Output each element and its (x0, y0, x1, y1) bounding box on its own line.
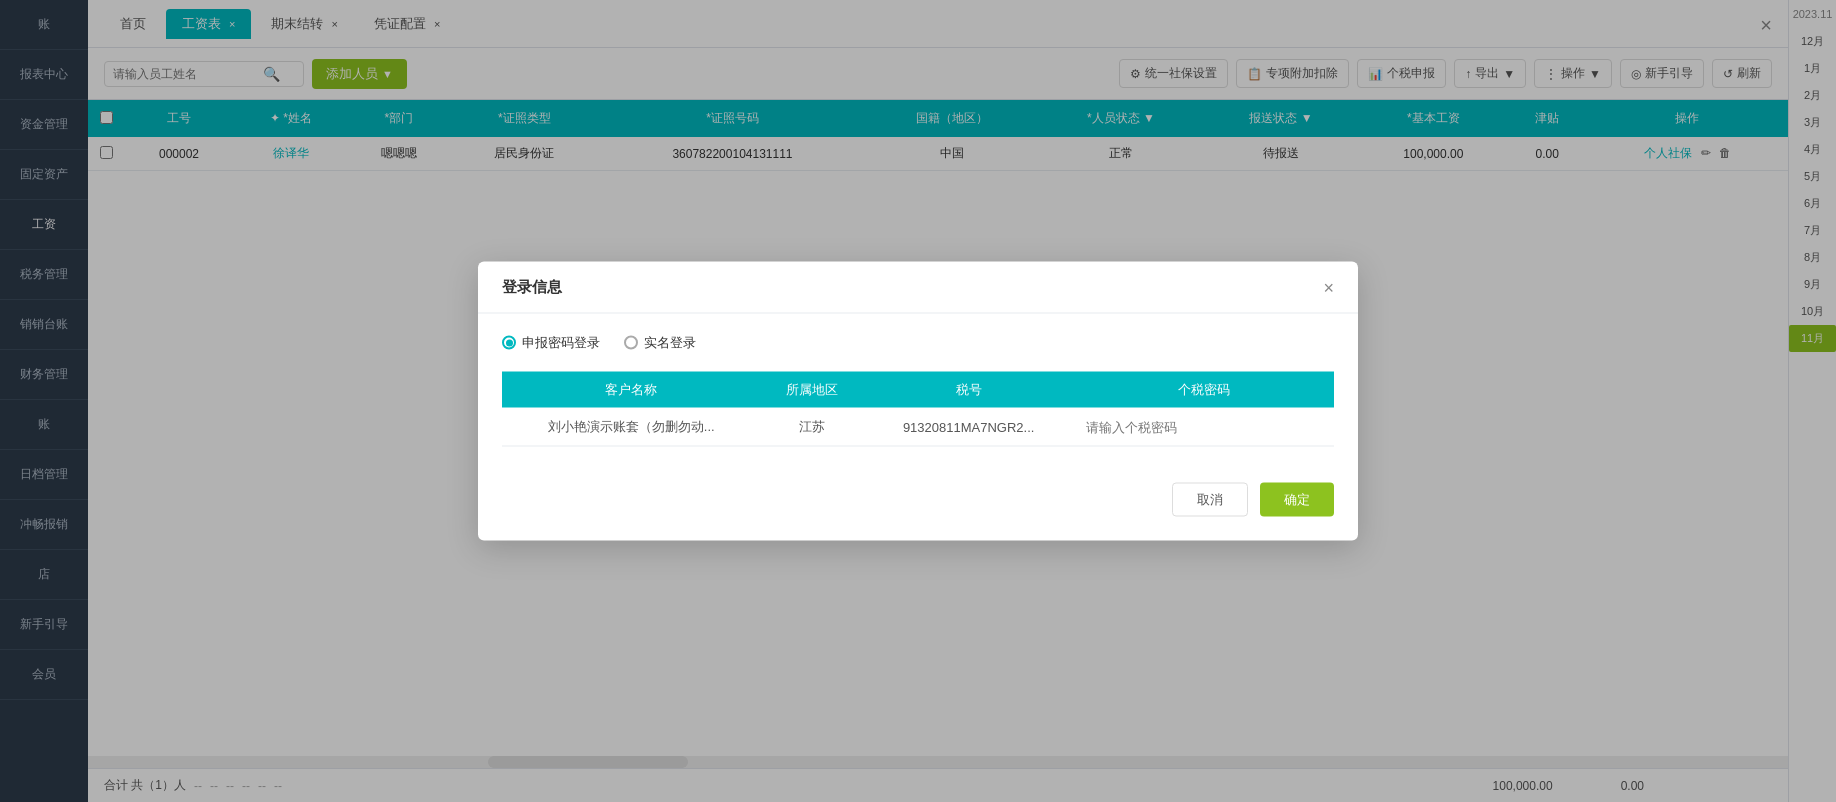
modal-col-client-name: 客户名称 (502, 372, 760, 408)
cancel-button[interactable]: 取消 (1172, 483, 1248, 517)
modal-footer: 取消 确定 (478, 467, 1358, 517)
modal-body: 申报密码登录 实名登录 客户名称 所属地区 税号 个税密码 刘小艳演示账套（勿删… (478, 314, 1358, 467)
radio-realname-circle (624, 336, 638, 350)
modal-col-region: 所属地区 (760, 372, 863, 408)
modal-col-password: 个税密码 (1074, 372, 1334, 408)
confirm-button[interactable]: 确定 (1260, 483, 1334, 517)
client-table: 客户名称 所属地区 税号 个税密码 刘小艳演示账套（勿删勿动... 江苏 913… (502, 372, 1334, 447)
modal-header: 登录信息 × (478, 262, 1358, 314)
modal-tax-no: 91320811MA7NGR2... (863, 408, 1074, 447)
login-type-radio-group: 申报密码登录 实名登录 (502, 334, 1334, 352)
modal-close-button[interactable]: × (1323, 278, 1334, 296)
radio-realname-login[interactable]: 实名登录 (624, 334, 696, 352)
radio-password-login[interactable]: 申报密码登录 (502, 334, 600, 352)
login-info-modal: 登录信息 × 申报密码登录 实名登录 客户名称 所属地区 税号 个税密码 (478, 262, 1358, 541)
modal-col-tax-no: 税号 (863, 372, 1074, 408)
modal-password-input-cell[interactable] (1074, 408, 1334, 447)
modal-title: 登录信息 (502, 278, 562, 297)
radio-password-circle (502, 336, 516, 350)
modal-table-row: 刘小艳演示账套（勿删勿动... 江苏 91320811MA7NGR2... (502, 408, 1334, 447)
modal-region: 江苏 (760, 408, 863, 447)
tax-password-input[interactable] (1086, 419, 1322, 434)
modal-client-name: 刘小艳演示账套（勿删勿动... (502, 408, 760, 447)
modal-table-header: 客户名称 所属地区 税号 个税密码 (502, 372, 1334, 408)
